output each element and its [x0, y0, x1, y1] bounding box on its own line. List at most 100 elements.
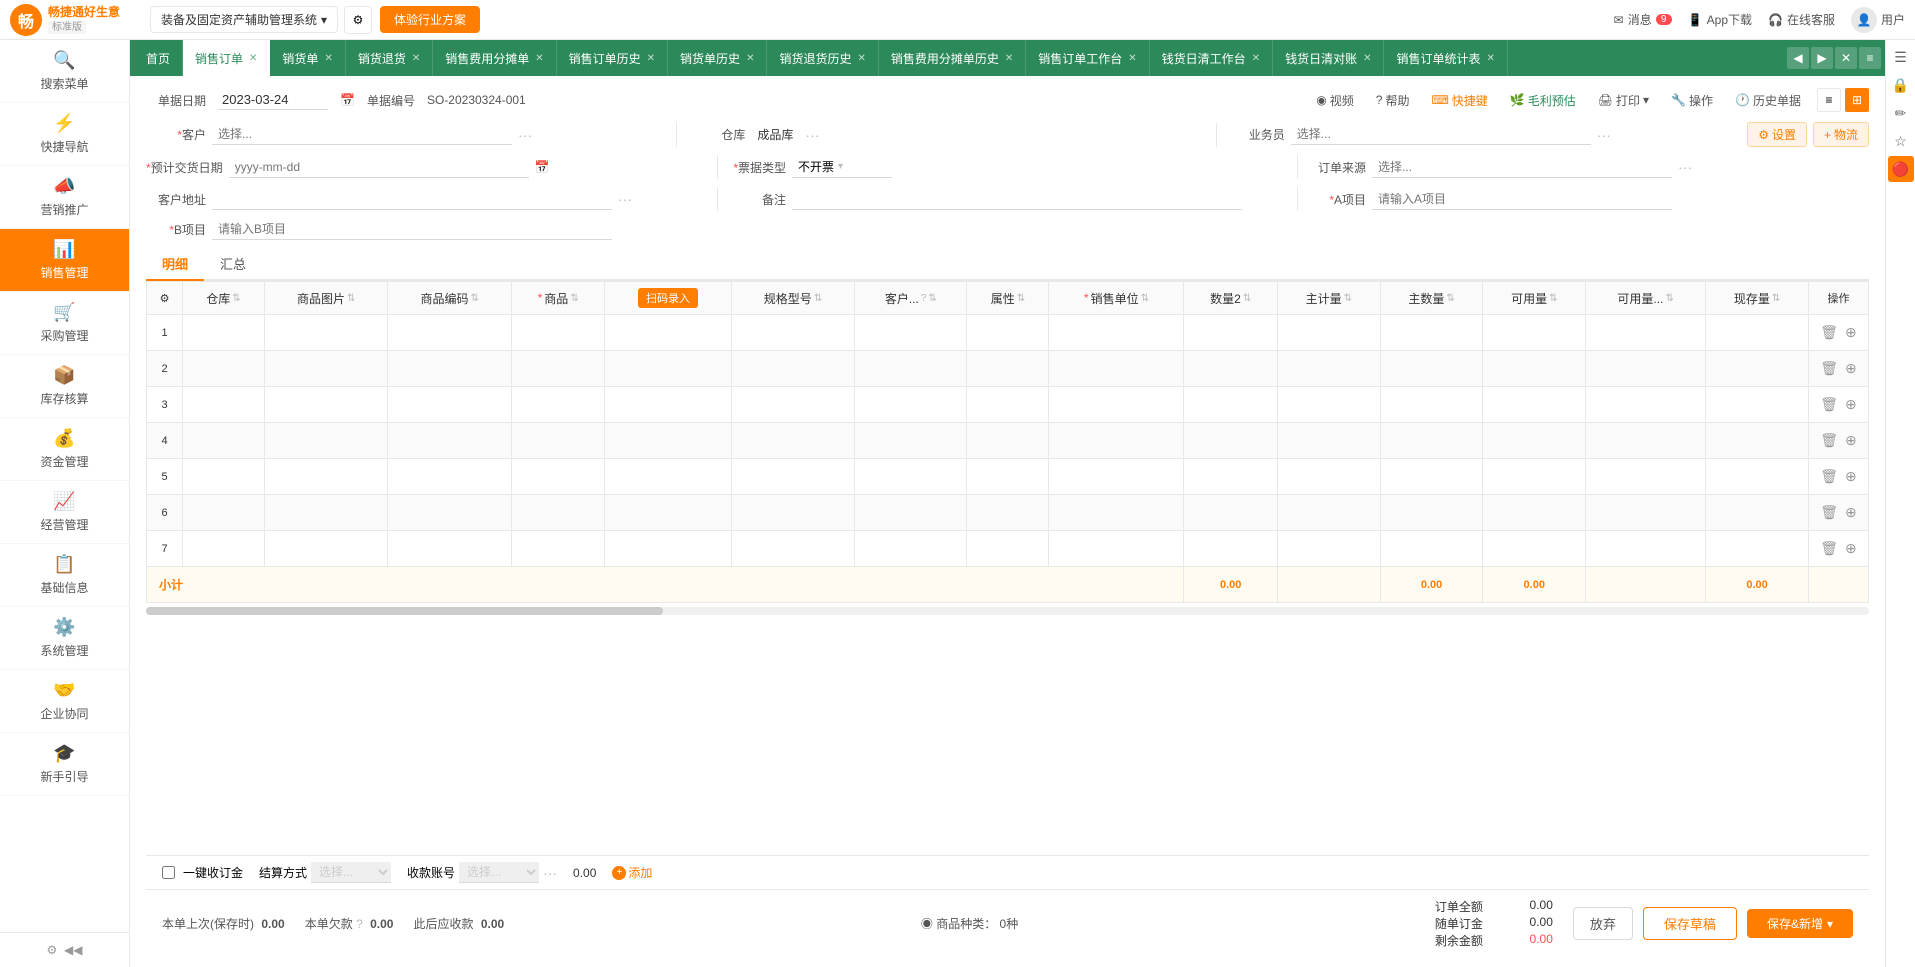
b-project-input[interactable]: [212, 219, 612, 240]
tab-expense-history[interactable]: 销售费用分摊单历史 ✕: [879, 40, 1026, 76]
delivery-date-input[interactable]: [229, 157, 529, 178]
copy-row-icon[interactable]: ⊕: [1845, 396, 1857, 412]
settings-icon[interactable]: ⚙: [344, 6, 372, 34]
system-selector[interactable]: 装备及固定资产辅助管理系统 ▾: [150, 6, 338, 33]
order-source-expand-icon[interactable]: ···: [1678, 159, 1692, 175]
tab-next-button[interactable]: ▶: [1811, 47, 1833, 69]
history-button[interactable]: 🕐 历史单据: [1729, 90, 1807, 111]
yijian-checkbox-label[interactable]: 一键收订金: [162, 864, 243, 881]
date-input[interactable]: [218, 90, 328, 110]
save-new-button[interactable]: 保存&新增 ▾: [1747, 909, 1853, 938]
copy-row-icon[interactable]: ⊕: [1845, 468, 1857, 484]
sidebar-item-collab[interactable]: 🤝 企业协同: [0, 670, 129, 733]
calendar2-icon[interactable]: 📅: [535, 160, 550, 174]
copy-row-icon[interactable]: ⊕: [1845, 324, 1857, 340]
user-button[interactable]: 👤 用户: [1851, 7, 1905, 33]
shoukuan-expand-icon[interactable]: ···: [543, 865, 557, 881]
sidebar-item-quicknav[interactable]: ⚡ 快捷导航: [0, 103, 129, 166]
th-settings[interactable]: ⚙: [147, 282, 183, 315]
copy-row-icon[interactable]: ⊕: [1845, 540, 1857, 556]
sidebar-item-finance[interactable]: 💰 资金管理: [0, 418, 129, 481]
delete-row-icon[interactable]: 🗑: [1820, 432, 1838, 448]
add-button[interactable]: + 添加: [612, 864, 652, 881]
sidebar-item-purchase[interactable]: 🛒 采购管理: [0, 292, 129, 355]
tab-return-history[interactable]: 销货退货历史 ✕: [767, 40, 878, 76]
tab-close-icon[interactable]: ✕: [1487, 53, 1495, 64]
tab-sales-order[interactable]: 销售订单 ✕: [183, 40, 270, 76]
customer-expand-icon[interactable]: ···: [518, 127, 532, 143]
copy-row-icon[interactable]: ⊕: [1845, 432, 1857, 448]
horizontal-scrollbar[interactable]: [146, 607, 1869, 615]
profit-button[interactable]: 🌿 毛利预估: [1504, 90, 1582, 111]
solution-button[interactable]: 体验行业方案: [380, 6, 480, 33]
customer-input[interactable]: [212, 124, 512, 145]
sidebar-item-marketing[interactable]: 📣 营销推广: [0, 166, 129, 229]
tab-daily-workbench[interactable]: 钱货日清工作台 ✕: [1150, 40, 1273, 76]
help-button[interactable]: ? 帮助: [1370, 90, 1416, 111]
tab-detail[interactable]: 明细: [146, 248, 204, 281]
tab-sales-expense[interactable]: 销售费用分摊单 ✕: [433, 40, 556, 76]
settings-quick-button[interactable]: ⚙ 设置: [1747, 122, 1807, 147]
tab-sales-return[interactable]: 销货退货 ✕: [346, 40, 433, 76]
print-button[interactable]: 🖨 打印 ▾: [1592, 90, 1655, 111]
tab-close-icon[interactable]: ✕: [647, 53, 655, 64]
delete-row-icon[interactable]: 🗑: [1820, 504, 1838, 520]
tab-close-icon[interactable]: ✕: [857, 53, 865, 64]
tab-close-icon[interactable]: ✕: [249, 53, 257, 64]
tab-list-button[interactable]: ≡: [1859, 47, 1881, 69]
tab-close-icon[interactable]: ✕: [746, 53, 754, 64]
discard-button[interactable]: 放弃: [1573, 907, 1633, 940]
view-button[interactable]: ◉ 视频: [1310, 90, 1360, 111]
list-view-button[interactable]: ≡: [1817, 88, 1841, 112]
sidebar-item-system[interactable]: ⚙️ 系统管理: [0, 607, 129, 670]
grid-view-button[interactable]: ⊞: [1845, 88, 1869, 112]
shoukuan-select[interactable]: 选择...: [459, 862, 539, 883]
collapse-button[interactable]: ⚙ ◀◀: [0, 932, 129, 967]
tab-close-icon[interactable]: ✕: [1252, 53, 1260, 64]
tab-close-icon[interactable]: ✕: [1128, 53, 1136, 64]
right-panel-icon-4[interactable]: ☆: [1888, 128, 1914, 154]
right-panel-icon-3[interactable]: ✏: [1888, 100, 1914, 126]
online-service-button[interactable]: 🎧 在线客服: [1768, 11, 1835, 28]
invoice-type-select[interactable]: 不开票 ▾: [792, 156, 892, 178]
address-input[interactable]: [212, 189, 612, 210]
delete-row-icon[interactable]: 🗑: [1820, 360, 1838, 376]
tab-close-icon[interactable]: ✕: [412, 53, 420, 64]
goods-count[interactable]: ◉ 商品种类： 0种: [921, 915, 1018, 932]
a-project-input[interactable]: [1372, 189, 1672, 210]
right-panel-icon-1[interactable]: ☰: [1888, 44, 1914, 70]
tab-close-icon[interactable]: ✕: [1363, 53, 1371, 64]
tab-order-workbench[interactable]: 销售订单工作台 ✕: [1026, 40, 1149, 76]
tab-summary[interactable]: 汇总: [204, 248, 262, 281]
copy-row-icon[interactable]: ⊕: [1845, 504, 1857, 520]
delete-row-icon[interactable]: 🗑: [1820, 540, 1838, 556]
salesperson-input[interactable]: [1291, 124, 1591, 145]
tab-reconcile[interactable]: 钱货日清对账 ✕: [1273, 40, 1384, 76]
tab-prev-button[interactable]: ◀: [1787, 47, 1809, 69]
delete-row-icon[interactable]: 🗑: [1820, 396, 1838, 412]
sidebar-item-sales[interactable]: 📊 销售管理: [0, 229, 129, 292]
tab-close-icon[interactable]: ✕: [324, 53, 332, 64]
salesperson-expand-icon[interactable]: ···: [1597, 127, 1611, 143]
message-button[interactable]: ✉ 消息 9: [1614, 11, 1672, 28]
warehouse-expand-icon[interactable]: ···: [805, 127, 819, 143]
right-panel-icon-2[interactable]: 🔒: [1888, 72, 1914, 98]
shortcut-button[interactable]: ⌨ 快捷键: [1425, 90, 1493, 111]
tab-statistics[interactable]: 销售订单统计表 ✕: [1384, 40, 1507, 76]
add-item-button[interactable]: + 物流: [1813, 122, 1869, 147]
jiesuan-select[interactable]: 选择...: [311, 862, 391, 883]
order-source-input[interactable]: [1372, 157, 1672, 178]
sidebar-item-search[interactable]: 🔍 搜索菜单: [0, 40, 129, 103]
tab-invoice-history[interactable]: 销货单历史 ✕: [668, 40, 767, 76]
yijian-checkbox[interactable]: [162, 866, 175, 879]
sidebar-item-inventory[interactable]: 📦 库存核算: [0, 355, 129, 418]
sidebar-item-basics[interactable]: 📋 基础信息: [0, 544, 129, 607]
save-draft-button[interactable]: 保存草稿: [1643, 907, 1737, 940]
sidebar-item-guide[interactable]: 🎓 新手引导: [0, 733, 129, 796]
right-panel-icon-5[interactable]: 🔴: [1888, 156, 1914, 182]
delete-row-icon[interactable]: 🗑: [1820, 468, 1838, 484]
tab-close-all-button[interactable]: ✕: [1835, 47, 1857, 69]
copy-row-icon[interactable]: ⊕: [1845, 360, 1857, 376]
address-expand-icon[interactable]: ···: [618, 191, 632, 207]
tab-close-icon[interactable]: ✕: [535, 53, 543, 64]
